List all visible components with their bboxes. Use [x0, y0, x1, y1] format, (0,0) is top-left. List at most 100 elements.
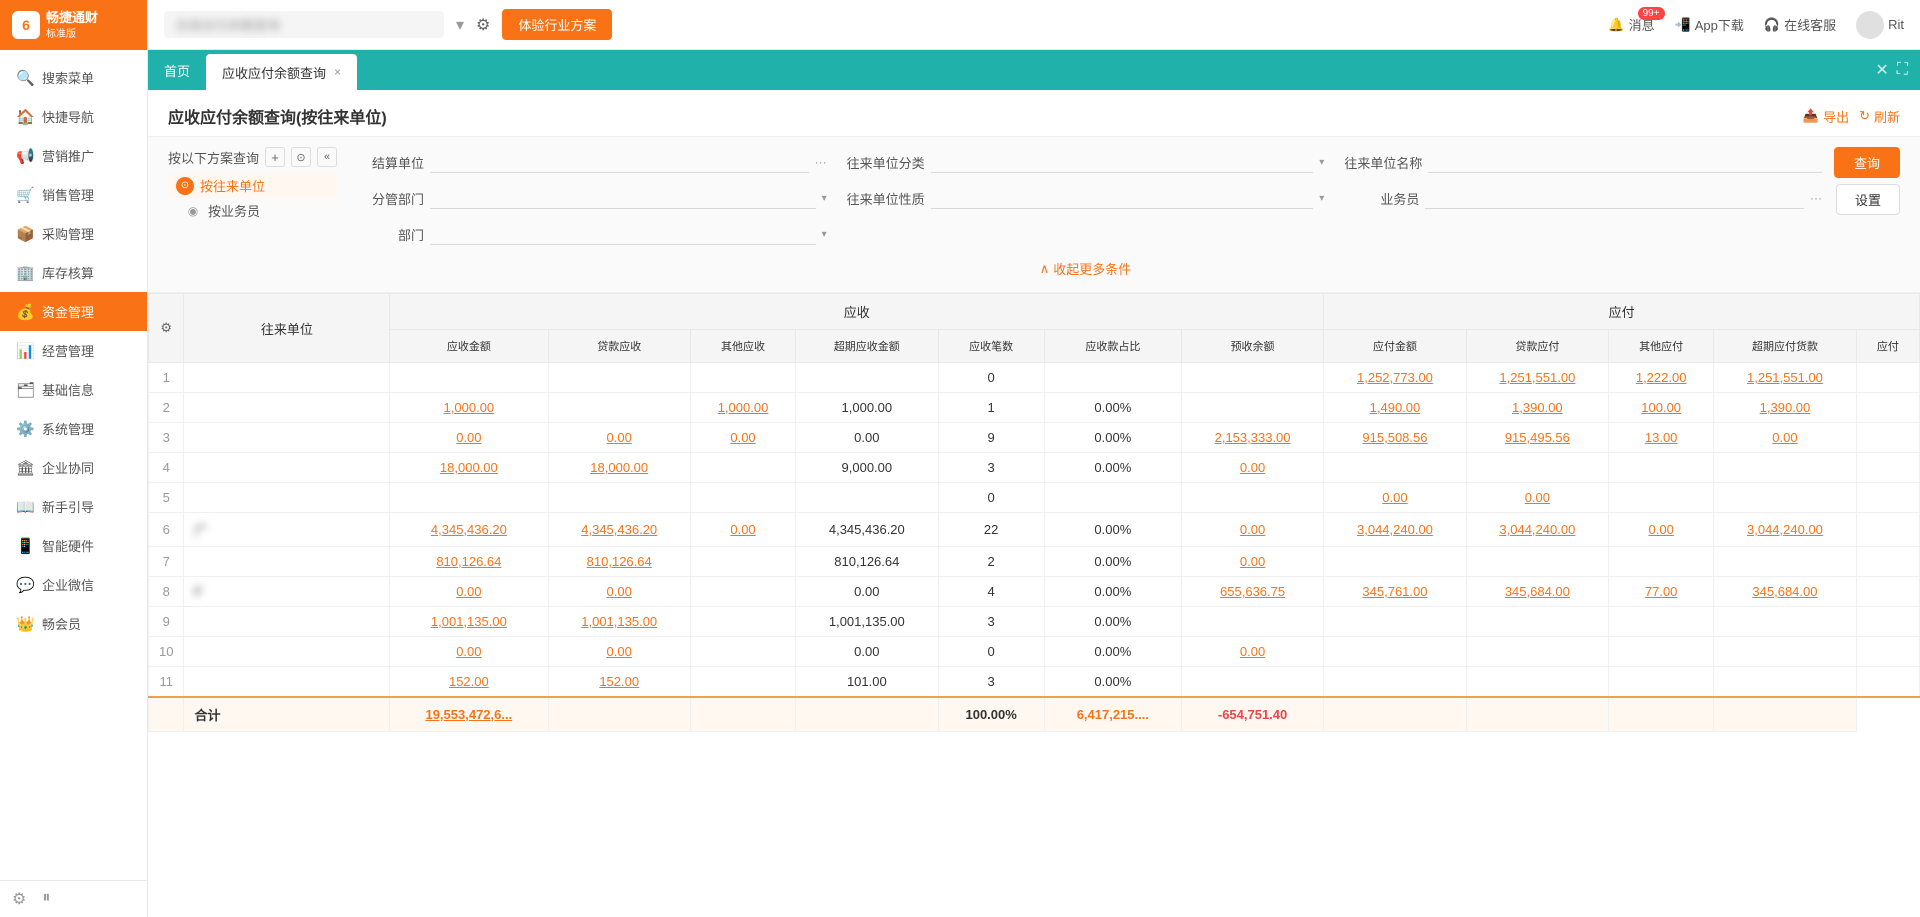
- department-arrow[interactable]: ▾: [822, 229, 827, 240]
- row-rec-overdue[interactable]: 1,001,135.00: [796, 607, 938, 637]
- row-pay-overdue[interactable]: [1714, 607, 1856, 637]
- row-rec-loan[interactable]: 0.00: [548, 423, 690, 453]
- row-rec-overdue[interactable]: 9,000.00: [796, 453, 938, 483]
- partner-name-input[interactable]: [1428, 151, 1822, 173]
- row-rec-loan[interactable]: [548, 393, 690, 423]
- sidebar-item-hardware[interactable]: 📱 智能硬件: [0, 526, 147, 565]
- row-pay-loan[interactable]: [1466, 607, 1608, 637]
- row-rec-overdue[interactable]: 0.00: [796, 423, 938, 453]
- row-rec-advance[interactable]: [1181, 667, 1323, 698]
- row-pay-other[interactable]: 1,222.00: [1609, 363, 1714, 393]
- row-pay-loan[interactable]: [1466, 637, 1608, 667]
- row-rec-loan[interactable]: [548, 483, 690, 513]
- row-rec-loan[interactable]: 0.00: [548, 637, 690, 667]
- row-pay-amount[interactable]: [1324, 453, 1466, 483]
- option-by-partner[interactable]: ⊙ 按往来单位: [168, 173, 337, 198]
- row-pay-other[interactable]: [1609, 453, 1714, 483]
- row-rec-loan[interactable]: 152.00: [548, 667, 690, 698]
- row-rec-amount[interactable]: 152.00: [390, 667, 548, 698]
- row-rec-other[interactable]: [690, 453, 795, 483]
- tab-home[interactable]: 首页: [148, 50, 206, 90]
- row-rec-amount[interactable]: 1,001,135.00: [390, 607, 548, 637]
- row-rec-other[interactable]: 1,000.00: [690, 393, 795, 423]
- row-rec-advance[interactable]: 0.00: [1181, 453, 1323, 483]
- collapse-options-icon[interactable]: «: [317, 147, 337, 167]
- row-pay-amount[interactable]: [1324, 607, 1466, 637]
- sidebar-item-system[interactable]: ⚙️ 系统管理: [0, 409, 147, 448]
- filter-settings-icon[interactable]: ⊙: [291, 147, 311, 167]
- row-pay-other[interactable]: [1609, 667, 1714, 698]
- row-rec-amount[interactable]: 4,345,436.20: [390, 513, 548, 547]
- row-rec-loan[interactable]: 4,345,436.20: [548, 513, 690, 547]
- settings-bottom-icon[interactable]: ⚙: [12, 889, 26, 909]
- maximize-icon[interactable]: ⛶: [1897, 61, 1908, 79]
- salesperson-input[interactable]: [1425, 187, 1804, 209]
- row-pay-loan[interactable]: [1466, 547, 1608, 577]
- row-pay-amount[interactable]: 1,490.00: [1324, 393, 1466, 423]
- row-rec-amount[interactable]: 0.00: [390, 637, 548, 667]
- row-rec-advance[interactable]: 2,153,333.00: [1181, 423, 1323, 453]
- row-pay-overdue[interactable]: [1714, 453, 1856, 483]
- sidebar-item-marketing[interactable]: 📢 营销推广: [0, 136, 147, 175]
- row-pay-overdue[interactable]: [1714, 637, 1856, 667]
- row-rec-advance[interactable]: 655,636.75: [1181, 577, 1323, 607]
- row-pay-amount[interactable]: 915,508.56: [1324, 423, 1466, 453]
- row-rec-overdue[interactable]: [796, 363, 938, 393]
- row-pay-amount[interactable]: 3,044,240.00: [1324, 513, 1466, 547]
- online-service-button[interactable]: 🎧 在线客服: [1764, 15, 1836, 34]
- department-input[interactable]: [430, 223, 816, 245]
- row-rec-overdue[interactable]: 0.00: [796, 577, 938, 607]
- row-pay-amount[interactable]: 0.00: [1324, 483, 1466, 513]
- row-pay-overdue[interactable]: [1714, 667, 1856, 698]
- table-settings-icon[interactable]: ⚙: [160, 320, 172, 335]
- row-pay-overdue[interactable]: 1,390.00: [1714, 393, 1856, 423]
- row-rec-amount[interactable]: 810,126.64: [390, 547, 548, 577]
- row-rec-other[interactable]: [690, 607, 795, 637]
- topbar-gear-icon[interactable]: ⚙: [476, 15, 490, 35]
- row-rec-advance[interactable]: [1181, 607, 1323, 637]
- row-pay-loan[interactable]: 3,044,240.00: [1466, 513, 1608, 547]
- row-pay-overdue[interactable]: 345,684.00: [1714, 577, 1856, 607]
- row-rec-overdue[interactable]: 1,000.00: [796, 393, 938, 423]
- row-rec-amount[interactable]: [390, 483, 548, 513]
- row-pay-loan[interactable]: 1,390.00: [1466, 393, 1608, 423]
- row-rec-loan[interactable]: 1,001,135.00: [548, 607, 690, 637]
- row-rec-loan[interactable]: 810,126.64: [548, 547, 690, 577]
- settlement-unit-input[interactable]: [430, 151, 809, 173]
- row-pay-overdue[interactable]: 3,044,240.00: [1714, 513, 1856, 547]
- row-rec-amount[interactable]: 0.00: [390, 423, 548, 453]
- row-rec-other[interactable]: [690, 547, 795, 577]
- row-pay-other[interactable]: [1609, 637, 1714, 667]
- refresh-button[interactable]: ↻ 刷新: [1859, 107, 1900, 126]
- row-rec-overdue[interactable]: 101.00: [796, 667, 938, 698]
- row-pay-amount[interactable]: [1324, 547, 1466, 577]
- row-rec-advance[interactable]: [1181, 363, 1323, 393]
- row-pay-loan[interactable]: 915,495.56: [1466, 423, 1608, 453]
- row-rec-other[interactable]: 0.00: [690, 513, 795, 547]
- partner-nature-input[interactable]: [931, 187, 1314, 209]
- row-pay-other[interactable]: 0.00: [1609, 513, 1714, 547]
- app-download-button[interactable]: 📲 App下载: [1675, 15, 1744, 34]
- row-pay-other[interactable]: [1609, 483, 1714, 513]
- row-pay-amount[interactable]: [1324, 667, 1466, 698]
- settlement-unit-ellipsis[interactable]: ···: [815, 155, 827, 169]
- row-rec-other[interactable]: [690, 637, 795, 667]
- add-filter-icon[interactable]: +: [265, 147, 285, 167]
- query-button[interactable]: 查询: [1834, 147, 1900, 178]
- row-pay-amount[interactable]: 1,252,773.00: [1324, 363, 1466, 393]
- row-rec-overdue[interactable]: 0.00: [796, 637, 938, 667]
- row-rec-advance[interactable]: 0.00: [1181, 547, 1323, 577]
- sidebar-item-enterprise[interactable]: 🏛 企业协同: [0, 448, 147, 487]
- messages-button[interactable]: 🔔 消息 99+: [1608, 15, 1654, 34]
- row-pay-overdue[interactable]: [1714, 483, 1856, 513]
- row-rec-advance[interactable]: [1181, 483, 1323, 513]
- row-pay-overdue[interactable]: 1,251,551.00: [1714, 363, 1856, 393]
- tab-receivable[interactable]: 应收应付余额查询 ×: [206, 54, 357, 90]
- row-rec-overdue[interactable]: [796, 483, 938, 513]
- row-rec-loan[interactable]: 18,000.00: [548, 453, 690, 483]
- row-pay-other[interactable]: 77.00: [1609, 577, 1714, 607]
- export-button[interactable]: 📤 导出: [1803, 107, 1849, 126]
- row-rec-loan[interactable]: 0.00: [548, 577, 690, 607]
- row-pay-other[interactable]: [1609, 607, 1714, 637]
- row-rec-other[interactable]: [690, 483, 795, 513]
